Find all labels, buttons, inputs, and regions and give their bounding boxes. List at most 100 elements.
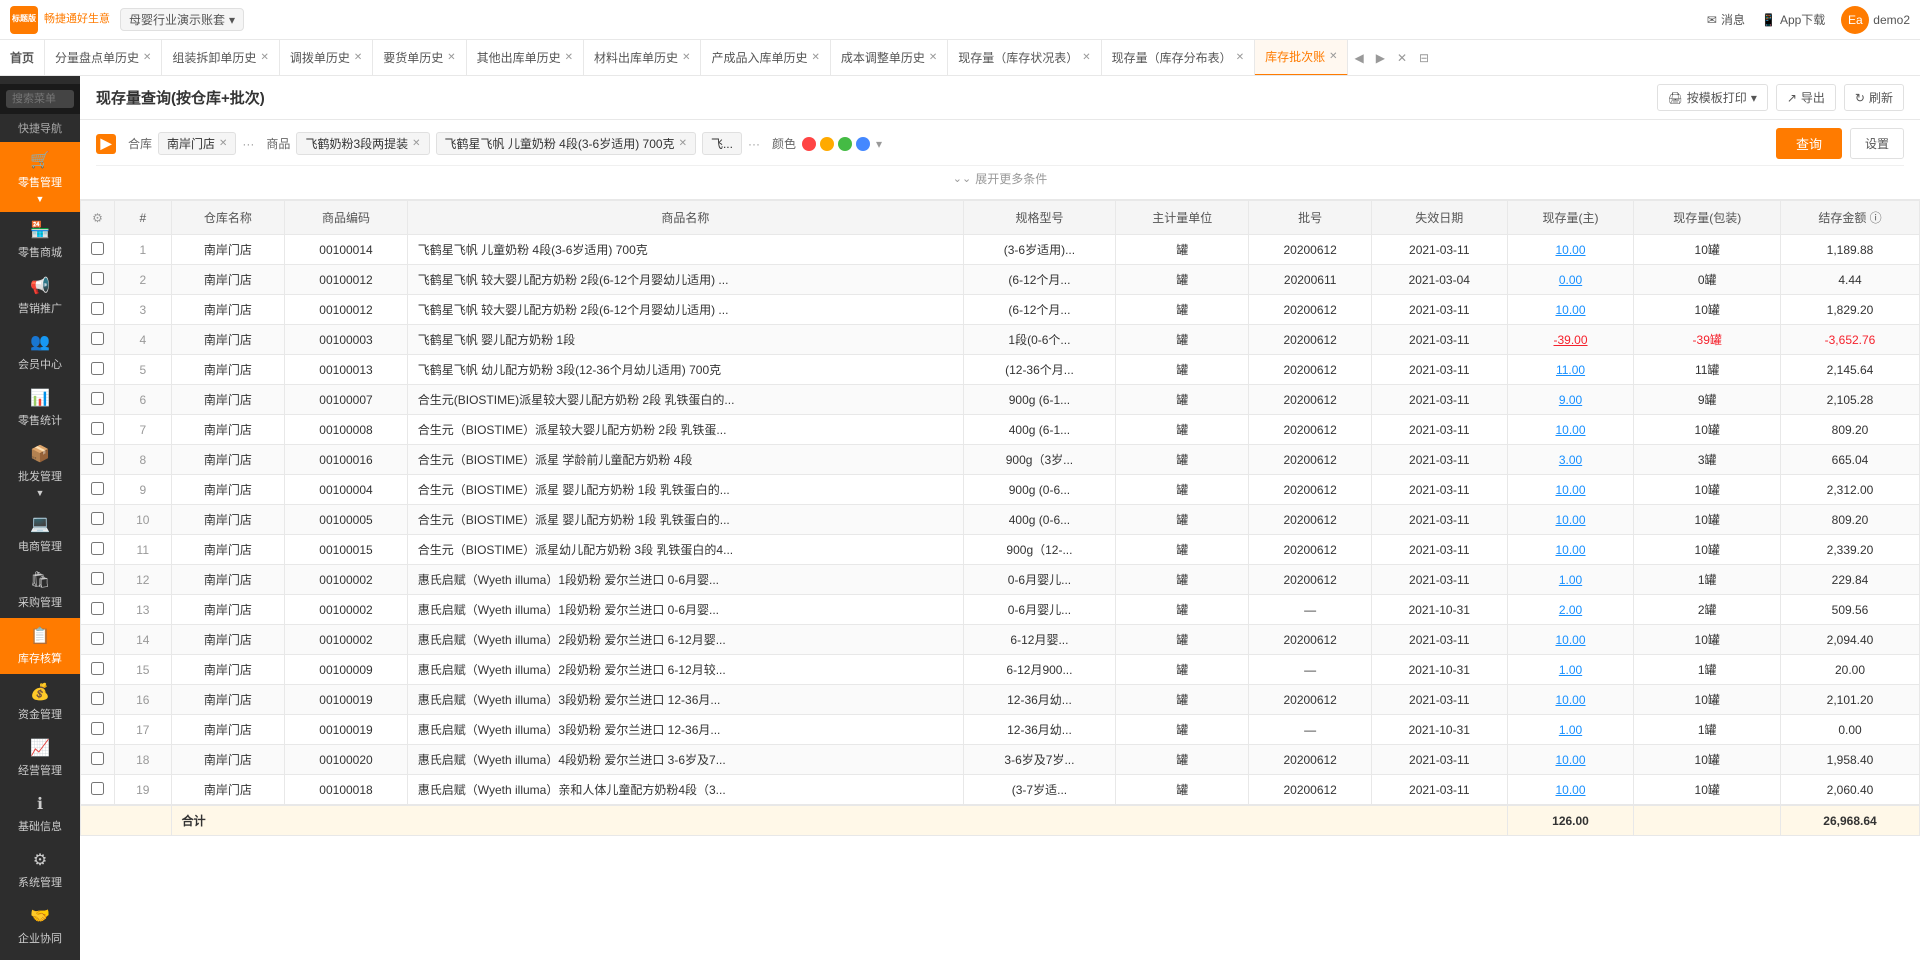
tab-close-xianzai-fen[interactable]: ✕: [1236, 52, 1244, 63]
tab-close-chanpin-ru[interactable]: ✕: [811, 52, 819, 63]
row-checkbox[interactable]: [81, 415, 115, 445]
tab-nav-right[interactable]: ▶: [1370, 51, 1391, 65]
sidebar-quick-nav[interactable]: 快捷导航: [0, 114, 80, 142]
row-checkbox[interactable]: [81, 235, 115, 265]
warehouse-tag[interactable]: 南岸门店 ✕: [158, 132, 236, 155]
color-dropdown-arrow[interactable]: ▾: [876, 137, 882, 151]
product-tag-more[interactable]: 飞...: [702, 132, 742, 155]
sidebar-item-operations[interactable]: 📈 经营管理: [0, 730, 80, 786]
sidebar-item-member-center[interactable]: 👥 会员中心: [0, 324, 80, 380]
search-input[interactable]: [6, 90, 74, 108]
tab-cailiao-chu[interactable]: 材料出库单历史 ✕: [584, 40, 701, 76]
product-tag-2[interactable]: 飞鹤星飞帆 儿童奶粉 4段(3-6岁适用) 700克 ✕: [436, 132, 696, 155]
message-btn[interactable]: ✉ 消息: [1707, 11, 1745, 28]
stats-icon: 📊: [30, 388, 50, 408]
tab-xianzai-fen[interactable]: 现存量（库存分布表） ✕: [1102, 40, 1255, 76]
row-amount: 1,189.88: [1781, 235, 1920, 265]
color-dot-red[interactable]: [802, 137, 816, 151]
sidebar-item-new-guide[interactable]: 🧭 新手引导: [0, 954, 80, 960]
row-expire: 2021-03-11: [1371, 565, 1507, 595]
tab-close-xianzai-ku[interactable]: ✕: [1082, 52, 1090, 63]
sidebar-item-wholesale-mgmt[interactable]: 📦 批发管理 ▼: [0, 436, 80, 506]
row-no: 11: [115, 535, 172, 565]
tab-yaohuo[interactable]: 要货单历史 ✕: [373, 40, 466, 76]
company-selector[interactable]: 母婴行业演示账套 ▾: [120, 8, 244, 31]
export-btn[interactable]: ↗ 导出: [1776, 84, 1836, 111]
product-tag1-close[interactable]: ✕: [412, 138, 420, 149]
row-checkbox[interactable]: [81, 295, 115, 325]
color-dot-green[interactable]: [838, 137, 852, 151]
summary-stock-main: 126.00: [1507, 805, 1634, 836]
row-checkbox[interactable]: [81, 745, 115, 775]
sidebar-item-marketing[interactable]: 📢 营销推广: [0, 268, 80, 324]
tab-close-qita-chu[interactable]: ✕: [565, 52, 573, 63]
product-tag-1[interactable]: 飞鹤奶粉3段两提装 ✕: [296, 132, 429, 155]
expand-conditions[interactable]: ⌄⌄ 展开更多条件: [96, 165, 1904, 191]
tab-home[interactable]: 首页: [0, 40, 45, 76]
row-checkbox[interactable]: [81, 445, 115, 475]
tab-close-yaohuo[interactable]: ✕: [447, 52, 455, 63]
color-dot-blue[interactable]: [856, 137, 870, 151]
row-checkbox[interactable]: [81, 535, 115, 565]
row-checkbox[interactable]: [81, 385, 115, 415]
filter-toggle-btn[interactable]: ▶: [96, 134, 116, 154]
tab-tiaopi[interactable]: 调拨单历史 ✕: [280, 40, 373, 76]
row-stock-main: 10.00: [1507, 415, 1634, 445]
sidebar-item-purchase[interactable]: 🛍 采购管理: [0, 562, 80, 618]
tab-close-chengben[interactable]: ✕: [929, 52, 937, 63]
sidebar-item-finance[interactable]: 💰 资金管理: [0, 674, 80, 730]
app-download-btn[interactable]: 📱 App下载: [1761, 11, 1825, 28]
row-checkbox[interactable]: [81, 595, 115, 625]
row-checkbox[interactable]: [81, 715, 115, 745]
sidebar-item-inventory[interactable]: 📋 库存核算: [0, 618, 80, 674]
query-button[interactable]: 查询: [1776, 128, 1842, 159]
tab-close-tiaopi[interactable]: ✕: [354, 52, 362, 63]
tab-qita-chu[interactable]: 其他出库单历史 ✕: [467, 40, 584, 76]
tab-fenku[interactable]: 分量盘点单历史 ✕: [45, 40, 162, 76]
tab-menu[interactable]: ⊟: [1413, 51, 1435, 65]
row-amount: 809.20: [1781, 505, 1920, 535]
tab-close-cailiao-chu[interactable]: ✕: [682, 52, 690, 63]
table-row: 3 南岸门店 00100012 飞鹤星飞帆 较大婴儿配方奶粉 2段(6-12个月…: [81, 295, 1920, 325]
row-checkbox[interactable]: [81, 355, 115, 385]
row-checkbox[interactable]: [81, 505, 115, 535]
member-icon: 👥: [30, 332, 50, 352]
row-checkbox[interactable]: [81, 265, 115, 295]
user-area[interactable]: Ea demo2: [1841, 6, 1910, 34]
tab-chengben[interactable]: 成本调整单历史 ✕: [831, 40, 948, 76]
sidebar-item-retail-mgmt[interactable]: 🛒 零售管理 ▼: [0, 142, 80, 212]
tab-close-zuhe[interactable]: ✕: [260, 52, 268, 63]
color-dot-orange[interactable]: [820, 137, 834, 151]
tab-nav-left[interactable]: ◀: [1348, 51, 1369, 65]
column-settings-icon[interactable]: ⚙: [92, 211, 103, 225]
print-btn[interactable]: 🖨 按模板打印 ▾: [1657, 84, 1768, 111]
row-checkbox[interactable]: [81, 475, 115, 505]
tab-close-ku-pici[interactable]: ✕: [1329, 51, 1337, 62]
row-checkbox[interactable]: [81, 655, 115, 685]
row-checkbox[interactable]: [81, 565, 115, 595]
tab-xianzai-ku[interactable]: 现存量（库存状况表） ✕: [948, 40, 1101, 76]
refresh-btn[interactable]: ↻ 刷新: [1844, 84, 1904, 111]
tab-close-fenku[interactable]: ✕: [143, 52, 151, 63]
row-checkbox[interactable]: [81, 325, 115, 355]
purchase-icon: 🛍: [30, 570, 50, 590]
row-checkbox[interactable]: [81, 775, 115, 806]
product-more[interactable]: ···: [748, 137, 760, 151]
setting-button[interactable]: 设置: [1850, 128, 1904, 159]
product-tag2-close[interactable]: ✕: [679, 138, 687, 149]
tab-zuhe[interactable]: 组装拆卸单历史 ✕: [162, 40, 279, 76]
tab-close-all[interactable]: ✕: [1391, 51, 1413, 65]
tab-chanpin-ru[interactable]: 产成品入库单历史 ✕: [701, 40, 830, 76]
sidebar-item-retail-stats[interactable]: 📊 零售统计: [0, 380, 80, 436]
warehouse-tag-close[interactable]: ✕: [219, 138, 227, 149]
row-checkbox[interactable]: [81, 685, 115, 715]
row-checkbox[interactable]: [81, 625, 115, 655]
sidebar-item-enterprise-coop[interactable]: 🤝 企业协同: [0, 898, 80, 954]
sidebar-item-basic-info[interactable]: ℹ 基础信息: [0, 786, 80, 842]
warehouse-more[interactable]: ···: [242, 137, 254, 151]
row-name: 飞鹤星飞帆 较大婴儿配方奶粉 2段(6-12个月婴幼儿适用) ...: [407, 265, 963, 295]
tab-ku-pici[interactable]: 库存批次账 ✕: [1255, 40, 1348, 76]
sidebar-item-retail-mall[interactable]: 🏪 零售商城: [0, 212, 80, 268]
sidebar-item-ecommerce[interactable]: 💻 电商管理: [0, 506, 80, 562]
sidebar-item-system[interactable]: ⚙ 系统管理: [0, 842, 80, 898]
